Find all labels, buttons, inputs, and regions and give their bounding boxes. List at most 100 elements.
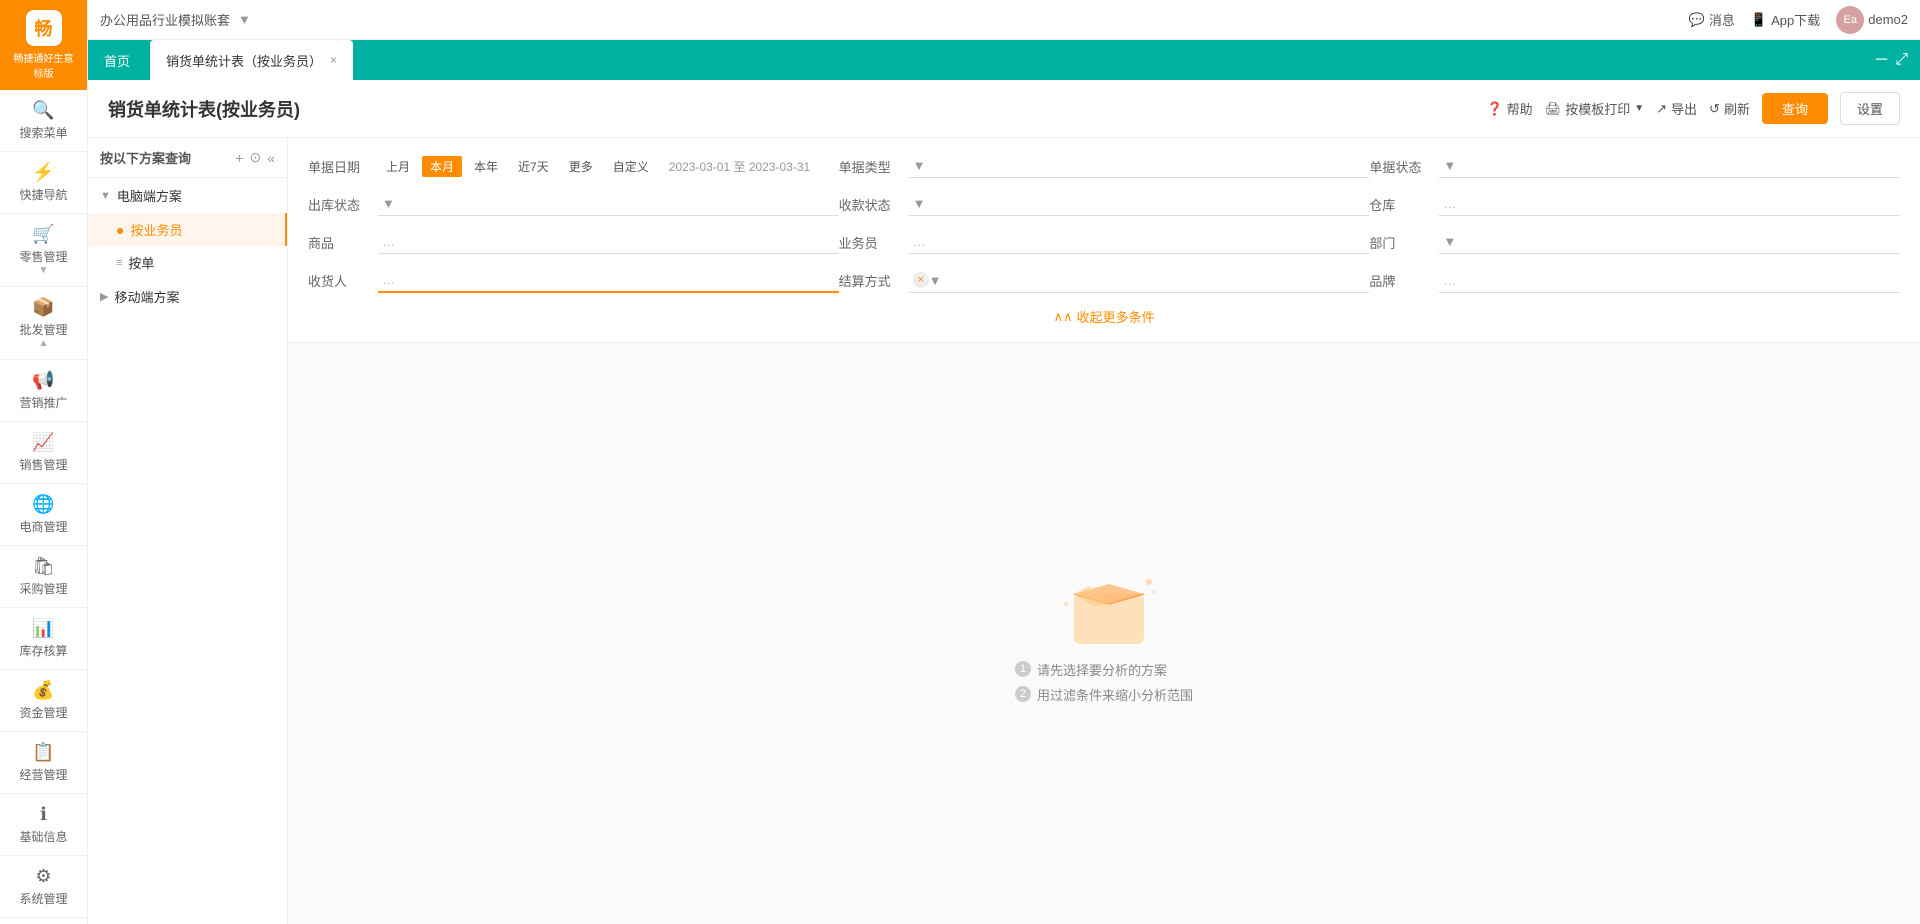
finance-icon: 💰 (32, 680, 54, 701)
date-tab-this-year[interactable]: 本年 (466, 156, 506, 177)
add-scheme-btn[interactable]: + (235, 150, 243, 166)
refresh-btn[interactable]: ↺ 刷新 (1709, 99, 1750, 118)
brand-field[interactable]: … (1439, 269, 1900, 293)
filter-row-2: 出库状态 ▼ 收款状态 (308, 192, 1900, 216)
help-btn[interactable]: ❓ 帮助 (1486, 99, 1532, 118)
date-label: 单据日期 (308, 157, 378, 176)
left-panel: 按以下方案查询 + ⊙ « ▼ 电脑端方案 ● 按业务员 (88, 138, 288, 924)
message-btn[interactable]: 💬 消息 (1689, 10, 1735, 29)
query-btn[interactable]: 查询 (1762, 93, 1828, 124)
retail-icon: 🛒 (32, 224, 54, 245)
status-field[interactable]: ▼ (1439, 154, 1900, 178)
dept-dropdown-icon[interactable]: ▼ (1443, 234, 1456, 249)
goods-field[interactable]: … (378, 230, 839, 254)
app-logo[interactable]: 畅 畅捷通好生意 标版 (0, 0, 87, 90)
filter-group-type: 单据类型 ▼ (839, 154, 1370, 178)
tab-home[interactable]: 首页 (88, 40, 146, 80)
pay-status-field[interactable]: ▼ (909, 192, 1370, 216)
tree-mobile-scheme[interactable]: ▶ 移动端方案 (88, 279, 287, 314)
industry-label: 办公用品行业模拟账套 (100, 10, 230, 29)
date-tab-last-month[interactable]: 上月 (378, 156, 418, 177)
left-panel-actions: + ⊙ « (235, 149, 275, 166)
page-title: 销货单统计表(按业务员) (108, 96, 300, 122)
salesman-field[interactable]: … (909, 230, 1370, 254)
tree-expand-icon: ▼ (100, 190, 111, 202)
sidebar-item-system[interactable]: ⚙ 系统管理 (0, 856, 87, 918)
user-menu[interactable]: Ea demo2 (1836, 6, 1908, 34)
export-btn[interactable]: ↗ 导出 (1656, 99, 1697, 118)
sidebar-item-search[interactable]: 🔍 搜索菜单 (0, 90, 87, 152)
status-control: ▼ (1439, 154, 1900, 178)
message-icon: 💬 (1689, 12, 1705, 28)
dept-control: ▼ (1439, 230, 1900, 254)
filter-group-pay-status: 收款状态 ▼ (839, 192, 1370, 216)
user-avatar: Ea (1836, 6, 1864, 34)
status-label: 单据状态 (1369, 157, 1439, 176)
collapse-panel-btn[interactable]: « (267, 150, 275, 166)
print-dropdown-icon: ▼ (1634, 103, 1644, 114)
inventory-icon: 📊 (32, 618, 54, 639)
sidebar-item-wholesale[interactable]: 📦 批发管理 ▲ (0, 287, 87, 360)
pay-status-control: ▼ (909, 192, 1370, 216)
filter-group-settle: 结算方式 × ▼ (839, 268, 1370, 293)
sidebar-item-retail[interactable]: 🛒 零售管理 ▼ (0, 214, 87, 287)
sidebar-item-management[interactable]: 📋 经营管理 (0, 732, 87, 794)
app-download-btn[interactable]: 📱 App下载 (1751, 10, 1820, 29)
sidebar-item-shortcut[interactable]: ⚡ 快捷导航 (0, 152, 87, 214)
sidebar-item-inventory[interactable]: 📊 库存核算 (0, 608, 87, 670)
tab-minimize-icon[interactable]: ─ (1876, 51, 1887, 69)
warehouse-field[interactable]: … (1439, 192, 1900, 216)
sidebar-item-sales[interactable]: 📈 销售管理 (0, 422, 87, 484)
filter-group-goods: 商品 … (308, 230, 839, 254)
date-tab-this-month[interactable]: 本月 (422, 156, 462, 177)
sidebar-item-finance[interactable]: 💰 资金管理 (0, 670, 87, 732)
tab-sales-report[interactable]: 销货单统计表（按业务员） × (150, 40, 353, 80)
type-dropdown-icon[interactable]: ▼ (913, 158, 926, 173)
tab-maximize-icon[interactable]: ⤢ (1895, 51, 1908, 69)
date-tab-7days[interactable]: 近7天 (510, 156, 557, 177)
tree-item-by-order[interactable]: ≡ 按单 (88, 246, 287, 279)
sidebar-item-purchase[interactable]: 🛍 采购管理 (0, 546, 87, 608)
right-panel: 单据日期 上月 本月 本年 近7天 更多 自定义 2023-03-01 至 20… (288, 138, 1920, 924)
date-tab-more[interactable]: 更多 (561, 156, 601, 177)
type-field[interactable]: ▼ (909, 154, 1370, 178)
wholesale-icon: 📦 (32, 297, 54, 318)
settle-control: × ▼ (909, 268, 1370, 293)
brand-label: 品牌 (1369, 271, 1439, 290)
filter-group-salesman: 业务员 … (839, 230, 1370, 254)
date-tab-custom[interactable]: 自定义 (605, 156, 657, 177)
receiver-field[interactable]: … (378, 268, 839, 293)
tabbar: 首页 销货单统计表（按业务员） × ─ ⤢ (88, 40, 1920, 80)
filter-row-1: 单据日期 上月 本月 本年 近7天 更多 自定义 2023-03-01 至 20… (308, 154, 1900, 178)
dept-field[interactable]: ▼ (1439, 230, 1900, 254)
type-label: 单据类型 (839, 157, 909, 176)
out-status-field[interactable]: ▼ (378, 192, 839, 216)
tree-item-by-salesman[interactable]: ● 按业务员 (88, 213, 287, 246)
filter-group-date: 单据日期 上月 本月 本年 近7天 更多 自定义 2023-03-01 至 20… (308, 154, 839, 178)
settle-field[interactable]: × ▼ (909, 268, 1370, 293)
settle-clear-btn[interactable]: × (913, 272, 929, 288)
goods-label: 商品 (308, 233, 378, 252)
settings-btn[interactable]: 设置 (1840, 92, 1900, 125)
app-edition: 标版 (34, 65, 54, 80)
sidebar-item-enterprise[interactable]: 🤝 企业协同 (0, 918, 87, 924)
settle-label: 结算方式 (839, 271, 909, 290)
industry-dropdown-icon[interactable]: ▼ (238, 12, 251, 27)
tab-close-icon[interactable]: × (330, 53, 337, 67)
settle-dropdown-icon[interactable]: ▼ (929, 273, 942, 288)
goods-control: … (378, 230, 839, 254)
empty-hints: 1 请先选择要分析的方案 2 用过滤条件来缩小分析范围 (1015, 660, 1193, 704)
sidebar-item-ecommerce[interactable]: 🌐 电商管理 (0, 484, 87, 546)
pay-status-dropdown-icon[interactable]: ▼ (913, 196, 926, 211)
sidebar-item-marketing[interactable]: 📢 营销推广 (0, 360, 87, 422)
topbar: 办公用品行业模拟账套 ▼ 💬 消息 📱 App下载 Ea demo2 (88, 0, 1920, 40)
print-btn[interactable]: 🖨 按模板打印 ▼ (1545, 99, 1644, 118)
sidebar-item-basic-info[interactable]: ℹ 基础信息 (0, 794, 87, 856)
copy-scheme-btn[interactable]: ⊙ (249, 149, 261, 166)
status-dropdown-icon[interactable]: ▼ (1443, 158, 1456, 173)
tree-desktop-scheme[interactable]: ▼ 电脑端方案 (88, 178, 287, 213)
data-area: 1 请先选择要分析的方案 2 用过滤条件来缩小分析范围 (288, 343, 1920, 924)
out-status-dropdown-icon[interactable]: ▼ (382, 196, 395, 211)
order-scheme-icon: ≡ (116, 257, 122, 269)
collapse-btn[interactable]: ∧∧ 收起更多条件 (308, 307, 1900, 326)
